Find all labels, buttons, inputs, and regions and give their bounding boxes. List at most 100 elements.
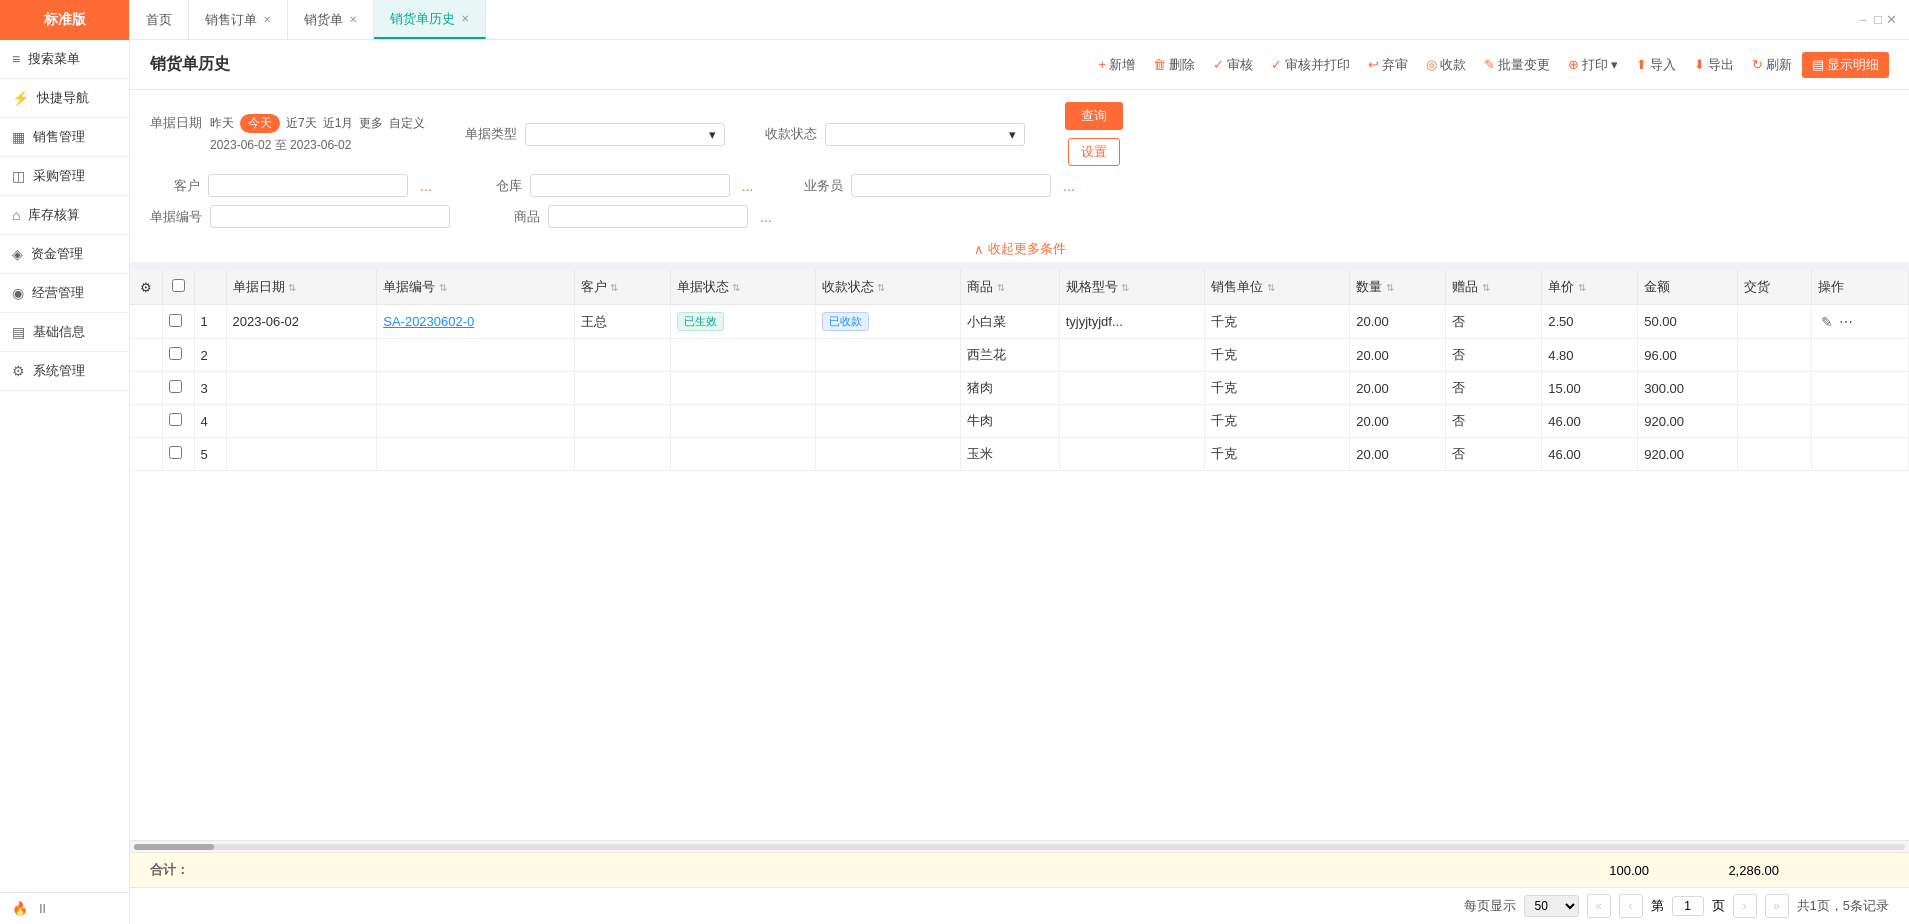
th-qty[interactable]: 数量 ⇅ — [1350, 270, 1446, 305]
collapse-button[interactable]: ∧ 收起更多条件 — [150, 236, 1889, 262]
query-button[interactable]: 查询 — [1065, 102, 1123, 130]
th-doc-status[interactable]: 单据状态 ⇅ — [670, 270, 815, 305]
print-button[interactable]: ⊕ 打印 ▾ — [1560, 52, 1626, 78]
warehouse-input[interactable] — [530, 174, 730, 197]
refresh-button[interactable]: ↻ 刷新 — [1744, 52, 1800, 78]
page-number-input[interactable]: 1 — [1672, 896, 1704, 916]
delete-button[interactable]: 🗑 删除 — [1145, 52, 1203, 78]
th-checkbox[interactable] — [162, 270, 194, 305]
th-unit[interactable]: 销售单位 ⇅ — [1204, 270, 1349, 305]
select-all-checkbox[interactable] — [172, 279, 185, 292]
sidebar-item-sales-mgmt[interactable]: ▦ 销售管理 — [0, 118, 129, 157]
abandon-button[interactable]: ↩ 弃审 — [1360, 52, 1416, 78]
sort-doc-status-icon[interactable]: ⇅ — [732, 282, 740, 293]
th-date[interactable]: 单据日期 ⇅ — [226, 270, 377, 305]
sort-price-icon[interactable]: ⇅ — [1578, 282, 1586, 293]
row-checkbox[interactable] — [169, 446, 182, 459]
warehouse-ellipsis[interactable]: ... — [742, 178, 754, 194]
salesperson-ellipsis[interactable]: ... — [1063, 178, 1075, 194]
show-detail-button[interactable]: ▤ 显示明细 — [1802, 52, 1889, 78]
customer-ellipsis[interactable]: ... — [420, 178, 432, 194]
fire-icon[interactable]: 🔥 — [12, 901, 28, 916]
date-opt-7days[interactable]: 近7天 — [286, 115, 317, 132]
date-opt-yesterday[interactable]: 昨天 — [210, 115, 234, 132]
td-settings[interactable] — [130, 438, 162, 471]
td-settings[interactable] — [130, 305, 162, 339]
customer-input[interactable] — [208, 174, 408, 197]
audit-print-button[interactable]: ✓ 审核并打印 — [1263, 52, 1358, 78]
th-doc-no[interactable]: 单据编号 ⇅ — [377, 270, 574, 305]
th-customer[interactable]: 客户 ⇅ — [574, 270, 670, 305]
th-settings[interactable]: ⚙ — [130, 270, 162, 305]
tab-sales-goods-close[interactable]: ✕ — [349, 14, 357, 25]
tab-sales-order[interactable]: 销售订单 ✕ — [189, 0, 288, 39]
doc-type-select[interactable]: ▾ — [525, 123, 725, 146]
sidebar-item-capital-mgmt[interactable]: ◈ 资金管理 — [0, 235, 129, 274]
window-close-icon[interactable]: ✕ — [1886, 12, 1897, 27]
edit-icon[interactable]: ✎ — [1821, 314, 1833, 330]
date-opt-today[interactable]: 今天 — [240, 114, 280, 133]
export-button[interactable]: ⬇ 导出 — [1686, 52, 1742, 78]
sort-qty-icon[interactable]: ⇅ — [1386, 282, 1394, 293]
import-button[interactable]: ⬆ 导入 — [1628, 52, 1684, 78]
audit-button[interactable]: ✓ 审核 — [1205, 52, 1261, 78]
goods-ellipsis[interactable]: ... — [760, 209, 772, 225]
sidebar-item-inventory[interactable]: ⌂ 库存核算 — [0, 196, 129, 235]
date-opt-custom[interactable]: 自定义 — [389, 115, 425, 132]
table-container[interactable]: ⚙ 单据日期 ⇅ 单据编号 ⇅ — [130, 270, 1909, 840]
batch-change-button[interactable]: ✎ 批量变更 — [1476, 52, 1558, 78]
pause-icon[interactable]: ⏸ — [36, 901, 49, 916]
window-maximize-icon[interactable]: □ — [1874, 12, 1882, 27]
th-gift[interactable]: 赠品 ⇅ — [1446, 270, 1542, 305]
sidebar-item-search-menu[interactable]: ≡ 搜索菜单 — [0, 40, 129, 79]
td-settings[interactable] — [130, 372, 162, 405]
tab-sales-history-close[interactable]: ✕ — [461, 13, 469, 24]
sidebar-item-system-mgmt[interactable]: ⚙ 系统管理 — [0, 352, 129, 391]
td-settings[interactable] — [130, 339, 162, 372]
add-button[interactable]: + 新增 — [1090, 52, 1143, 78]
tab-sales-history[interactable]: 销货单历史 ✕ — [374, 0, 486, 39]
td-settings[interactable] — [130, 405, 162, 438]
sort-spec-icon[interactable]: ⇅ — [1121, 282, 1129, 293]
row-checkbox[interactable] — [169, 413, 182, 426]
goods-input[interactable] — [548, 205, 748, 228]
date-opt-more[interactable]: 更多 — [359, 115, 383, 132]
th-goods[interactable]: 商品 ⇅ — [961, 270, 1060, 305]
sidebar-item-operation-mgmt[interactable]: ◉ 经营管理 — [0, 274, 129, 313]
th-spec[interactable]: 规格型号 ⇅ — [1059, 270, 1204, 305]
window-minimize-icon[interactable]: － — [1857, 11, 1870, 29]
sort-date-icon[interactable]: ⇅ — [288, 282, 296, 293]
collect-status-select[interactable]: ▾ — [825, 123, 1025, 146]
sort-customer-icon[interactable]: ⇅ — [610, 282, 618, 293]
doc-no-input[interactable] — [210, 205, 450, 228]
date-opt-1month[interactable]: 近1月 — [323, 115, 354, 132]
doc-no-link[interactable]: SA-20230602-0 — [383, 314, 474, 329]
tab-home[interactable]: 首页 — [130, 0, 189, 39]
th-price[interactable]: 单价 ⇅ — [1542, 270, 1638, 305]
setup-button[interactable]: 设置 — [1068, 138, 1120, 166]
scrollbar-thumb[interactable] — [134, 844, 214, 850]
row-checkbox[interactable] — [169, 347, 182, 360]
row-checkbox[interactable] — [169, 314, 182, 327]
th-collect-status[interactable]: 收款状态 ⇅ — [815, 270, 960, 305]
sidebar-item-basic-info[interactable]: ▤ 基础信息 — [0, 313, 129, 352]
sort-goods-icon[interactable]: ⇅ — [997, 282, 1005, 293]
last-page-button[interactable]: » — [1765, 894, 1789, 918]
collect-button[interactable]: ◎ 收款 — [1418, 52, 1474, 78]
next-page-button[interactable]: › — [1733, 894, 1757, 918]
row-checkbox[interactable] — [169, 380, 182, 393]
page-size-select[interactable]: 50 100 200 — [1524, 895, 1579, 917]
sort-unit-icon[interactable]: ⇅ — [1267, 282, 1275, 293]
more-icon[interactable]: ⋯ — [1839, 314, 1853, 330]
sort-collect-status-icon[interactable]: ⇅ — [877, 282, 885, 293]
prev-page-button[interactable]: ‹ — [1619, 894, 1643, 918]
first-page-button[interactable]: « — [1587, 894, 1611, 918]
horizontal-scrollbar[interactable] — [130, 840, 1909, 852]
tab-sales-goods[interactable]: 销货单 ✕ — [288, 0, 374, 39]
sort-gift-icon[interactable]: ⇅ — [1482, 282, 1490, 293]
tab-sales-order-close[interactable]: ✕ — [263, 14, 271, 25]
salesperson-input[interactable] — [851, 174, 1051, 197]
settings-icon[interactable]: ⚙ — [140, 280, 152, 295]
sidebar-item-purchase-mgmt[interactable]: ◫ 采购管理 — [0, 157, 129, 196]
sort-doc-no-icon[interactable]: ⇅ — [439, 282, 447, 293]
